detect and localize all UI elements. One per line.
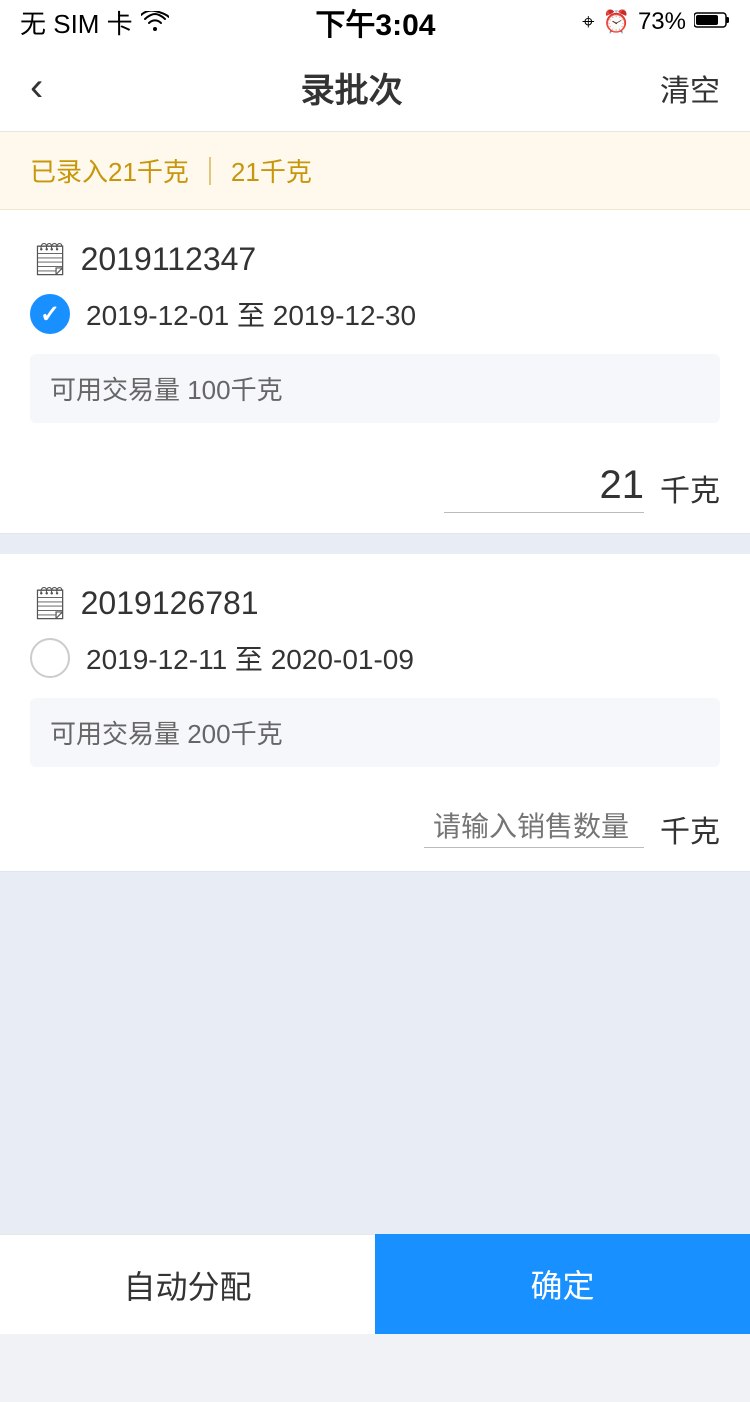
recorded-amount: 已录入21千克 xyxy=(30,152,189,189)
battery-icon xyxy=(694,8,730,36)
confirm-button[interactable]: 确定 xyxy=(375,1234,750,1334)
batch-2-input-wrapper[interactable] xyxy=(424,811,644,848)
alarm-icon: ⏰ xyxy=(603,9,630,35)
info-divider xyxy=(209,157,211,185)
section-separator xyxy=(0,534,750,554)
status-left: 无 SIM 卡 xyxy=(20,4,169,41)
batch-card-2-inner: 🗒 2019126781 2019-12-11 至 2020-01-09 xyxy=(0,554,750,678)
page-title: 录批次 xyxy=(301,63,403,112)
batch-2-icon: 🗒 xyxy=(30,584,71,622)
batch-2-input-row[interactable]: 千克 xyxy=(0,787,750,872)
batch-2-id-row: 🗒 2019126781 xyxy=(30,584,720,622)
battery-percent: 73% xyxy=(638,8,686,36)
nav-bar: ‹ 录批次 清空 xyxy=(0,44,750,132)
location-icon: ⌖ xyxy=(582,9,594,35)
info-banner: 已录入21千克 21千克 xyxy=(0,132,750,210)
wifi-icon xyxy=(141,7,169,38)
batch-card-1-inner: 🗒 2019112347 2019-12-01 至 2019-12-30 xyxy=(0,210,750,334)
batch-2-available: 可用交易量 200千克 xyxy=(30,698,720,767)
batch-1-radio[interactable] xyxy=(30,294,70,334)
batch-2-radio[interactable] xyxy=(30,638,70,678)
clear-button[interactable]: 清空 xyxy=(660,66,720,110)
batch-1-icon: 🗒 xyxy=(30,240,71,278)
batch-1-id: 2019112347 xyxy=(81,241,257,278)
batch-1-qty-line xyxy=(444,512,644,513)
batch-2-unit: 千克 xyxy=(660,807,720,851)
batch-2-date-row[interactable]: 2019-12-11 至 2020-01-09 xyxy=(30,638,720,678)
carrier-text: 无 SIM 卡 xyxy=(20,4,133,41)
batch-2-input-underline xyxy=(424,847,644,848)
auto-distribute-button[interactable]: 自动分配 xyxy=(0,1234,375,1334)
batch-1-quantity-row: 21 千克 xyxy=(0,443,750,534)
page-content: 已录入21千克 21千克 🗒 2019112347 2019-12-01 至 2… xyxy=(0,132,750,1402)
batch-1-date-row[interactable]: 2019-12-01 至 2019-12-30 xyxy=(30,294,720,334)
batch-1-unit: 千克 xyxy=(660,466,720,510)
batch-2-quantity-input[interactable] xyxy=(424,811,644,843)
batch-2-id: 2019126781 xyxy=(81,585,259,622)
back-button[interactable]: ‹ xyxy=(30,65,43,110)
batch-card-1: 🗒 2019112347 2019-12-01 至 2019-12-30 可用交… xyxy=(0,210,750,534)
batch-2-date: 2019-12-11 至 2020-01-09 xyxy=(86,638,414,678)
status-bar: 无 SIM 卡 下午3:04 ⌖ ⏰ 73% xyxy=(0,0,750,44)
status-time: 下午3:04 xyxy=(315,0,435,44)
batch-1-id-row: 🗒 2019112347 xyxy=(30,240,720,278)
total-amount: 21千克 xyxy=(231,152,312,189)
batch-1-quantity-value: 21 xyxy=(600,463,645,508)
batch-1-date: 2019-12-01 至 2019-12-30 xyxy=(86,294,416,334)
status-right: ⌖ ⏰ 73% xyxy=(582,8,730,36)
batch-1-quantity-wrapper: 21 xyxy=(444,463,644,513)
bottom-bar: 自动分配 确定 xyxy=(0,1234,750,1334)
batch-card-2: 🗒 2019126781 2019-12-11 至 2020-01-09 可用交… xyxy=(0,554,750,872)
batch-1-available: 可用交易量 100千克 xyxy=(30,354,720,423)
